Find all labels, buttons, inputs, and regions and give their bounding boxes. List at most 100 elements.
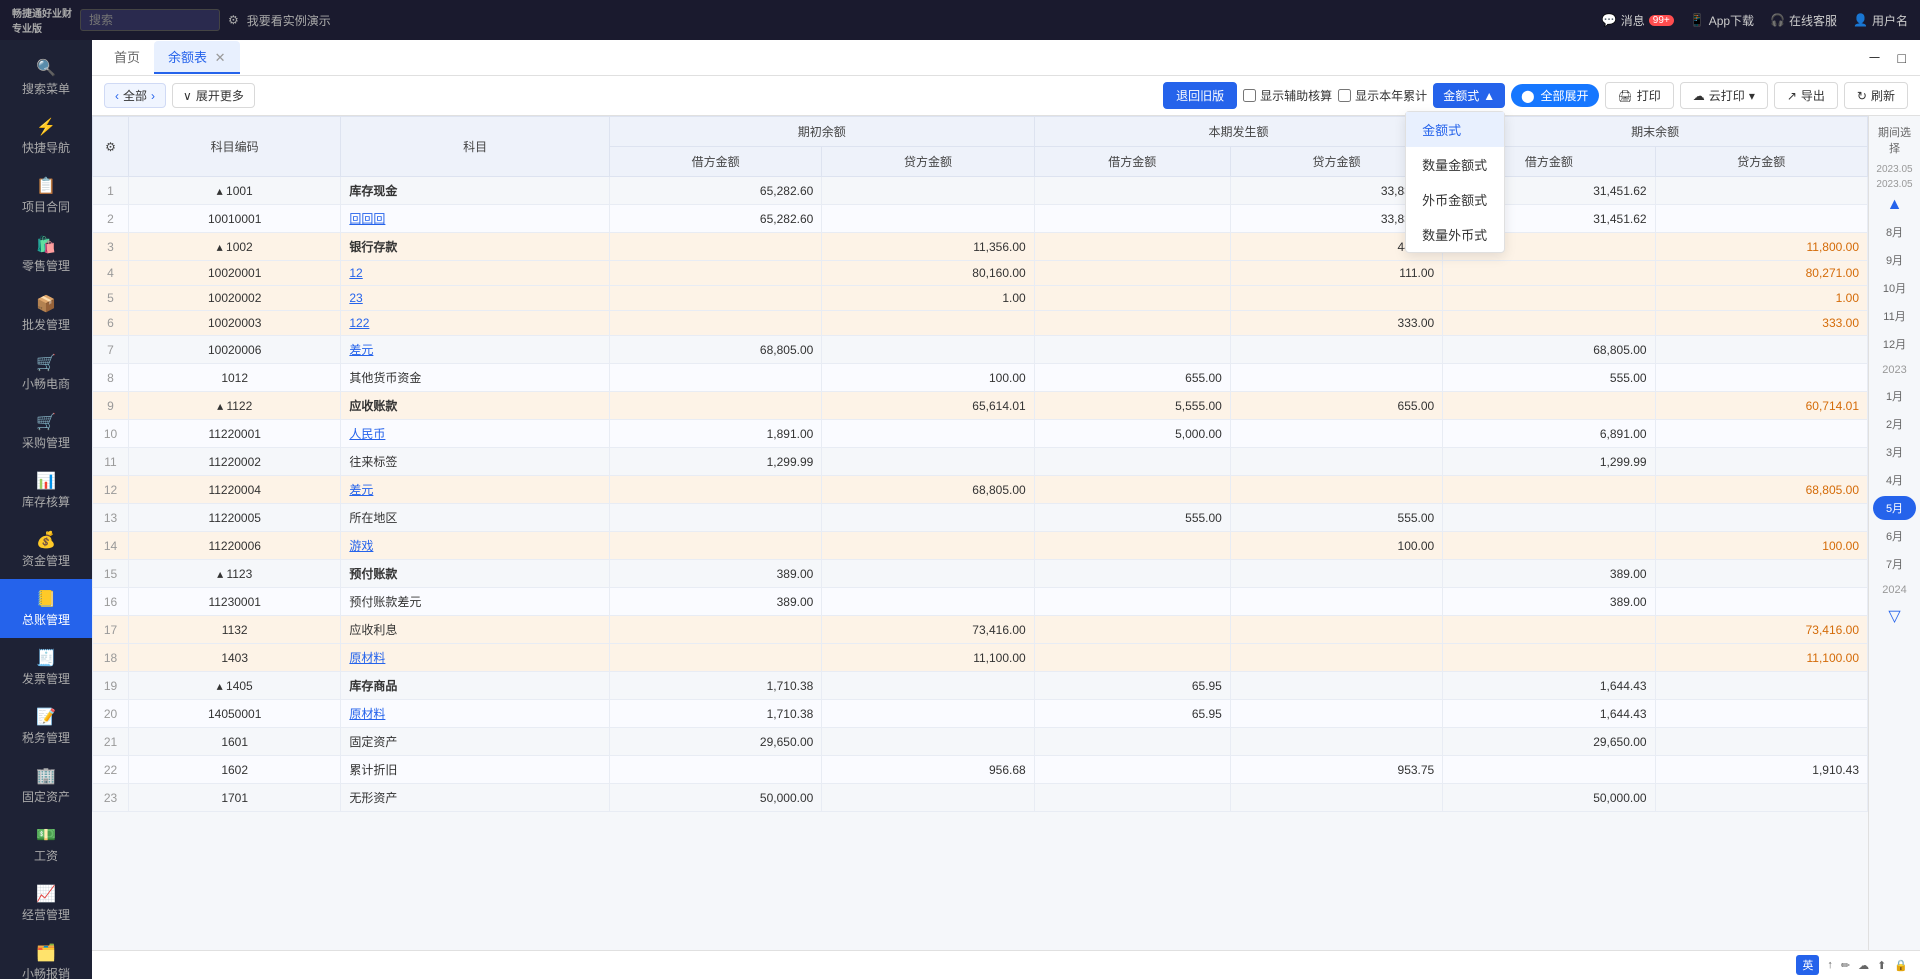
col-header-settings[interactable]: ⚙ [93,117,129,177]
month-1[interactable]: 1月 [1873,384,1916,408]
table-row-subject[interactable]: 预付账款 [341,560,610,588]
tab-minimize-button[interactable]: － [1862,46,1888,70]
table-row-subject[interactable]: 122 [341,311,610,336]
sidebar-item-project[interactable]: 📋 项目合同 [0,166,92,225]
nav-up-arrow[interactable]: ▲ [1885,194,1905,216]
table-row-subject[interactable]: 所在地区 [341,504,610,532]
table-row-subject[interactable]: 应收账款 [341,392,610,420]
show-auxiliary-checkbox[interactable]: 显示辅助核算 [1243,87,1332,104]
month-5[interactable]: 5月 [1873,496,1916,520]
table-row-subject[interactable]: 差元 [341,476,610,504]
auxiliary-check[interactable] [1243,89,1256,102]
table-row-subject[interactable]: 游戏 [341,532,610,560]
table-row-subject[interactable]: 预付账款差元 [341,588,610,616]
table-row-op-debit: 65,282.60 [609,205,821,233]
table-row-op-credit: 11,356.00 [822,233,1034,261]
amount-type-dropdown[interactable]: 金额式 ▲ 金额式 数量金额式 外币金额式 数量外币式 [1433,83,1505,108]
table-row-subject[interactable]: 银行存款 [341,233,610,261]
download-button[interactable]: 📱 App下载 [1690,12,1754,29]
sidebar-item-ecommerce[interactable]: 🛒 小畅电商 [0,343,92,402]
sidebar-item-inventory[interactable]: 📊 库存核算 [0,461,92,520]
table-row-subject[interactable]: 人民币 [341,420,610,448]
month-9[interactable]: 9月 [1873,248,1916,272]
table-row-cur-debit [1034,177,1230,205]
print-button[interactable]: 🖨 打印 [1605,82,1674,109]
month-6[interactable]: 6月 [1873,524,1916,548]
table-row-cur-credit [1230,700,1442,728]
tab-home[interactable]: 首页 [100,41,154,74]
top-search-input[interactable] [80,9,220,31]
expand-more-button[interactable]: ∨ 展开更多 [172,83,255,108]
cloud-print-button[interactable]: ☁ 云打印 ▾ [1680,82,1768,109]
tab-balance[interactable]: 余额表 ✕ [154,41,240,74]
sidebar-item-accounting[interactable]: 📒 总账管理 [0,579,92,638]
table-row-subject[interactable]: 原材料 [341,644,610,672]
sidebar-item-search[interactable]: 🔍 搜索菜单 [0,48,92,107]
app-logo: 畅捷通好业财 专业版 [12,5,72,35]
table-row-subject[interactable]: 应收利息 [341,616,610,644]
table-row-cur-debit [1034,756,1230,784]
table-row-subject[interactable]: 累计折旧 [341,756,610,784]
show-ytd-checkbox[interactable]: 显示本年累计 [1338,87,1427,104]
month-12[interactable]: 12月 [1873,332,1916,356]
settings-gear-icon[interactable]: ⚙ [105,140,116,154]
table-row-cur-credit [1230,560,1442,588]
breadcrumb-area: ‹ 全部 › [104,83,166,108]
sidebar-item-report[interactable]: 🗂️ 小畅报销 [0,933,92,979]
table-row-subject[interactable]: 差元 [341,336,610,364]
month-10[interactable]: 10月 [1873,276,1916,300]
table-row-subject[interactable]: 库存商品 [341,672,610,700]
table-row-subject[interactable]: 原材料 [341,700,610,728]
sidebar-item-wholesale[interactable]: 📦 批发管理 [0,284,92,343]
table-row-subject[interactable]: 往来标签 [341,448,610,476]
month-3[interactable]: 3月 [1873,440,1916,464]
table-row-num: 15 [93,560,129,588]
status-icon-lang[interactable]: 英 [1796,955,1819,975]
sidebar-item-tax[interactable]: 📝 税务管理 [0,697,92,756]
dropdown-item-qty-amount[interactable]: 数量金额式 [1406,147,1504,182]
table-row-subject[interactable]: 回回回 [341,205,610,233]
table-row-code: ▴ 1001 [129,177,341,205]
table-row-num: 11 [93,448,129,476]
tab-maximize-button[interactable]: □ [1892,46,1912,70]
sidebar-item-retail[interactable]: 🛍️ 零售管理 [0,225,92,284]
return-old-button[interactable]: 退回旧版 [1163,82,1237,109]
forward-icon[interactable]: › [151,89,155,103]
sidebar-item-purchase[interactable]: 🛒 采购管理 [0,402,92,461]
export-button[interactable]: ↗ 导出 [1774,82,1838,109]
month-4[interactable]: 4月 [1873,468,1916,492]
user-avatar[interactable]: 👤 用户名 [1853,12,1908,29]
service-button[interactable]: 🎧 在线客服 [1770,12,1837,29]
sidebar-item-operation[interactable]: 📈 经营管理 [0,874,92,933]
sidebar-item-shortcut[interactable]: ⚡ 快捷导航 [0,107,92,166]
table-row-subject[interactable]: 固定资产 [341,728,610,756]
amount-type-button[interactable]: 金额式 ▲ [1433,83,1505,108]
settings-icon[interactable]: ⚙ [228,13,239,27]
table-row-op-debit [609,476,821,504]
sidebar-item-capital[interactable]: 💰 资金管理 [0,520,92,579]
demo-link[interactable]: 我要看实例演示 [247,12,331,29]
back-icon[interactable]: ‹ [115,89,119,103]
message-button[interactable]: 💬 消息 99+ [1602,12,1674,29]
table-row-subject[interactable]: 12 [341,261,610,286]
dropdown-item-qty-foreign[interactable]: 数量外币式 [1406,217,1504,252]
sidebar-item-invoice[interactable]: 🧾 发票管理 [0,638,92,697]
table-row-subject[interactable]: 其他货币资金 [341,364,610,392]
table-row-subject[interactable]: 23 [341,286,610,311]
ytd-check[interactable] [1338,89,1351,102]
table-row-subject[interactable]: 无形资产 [341,784,610,812]
refresh-button[interactable]: ↻ 刷新 [1844,82,1908,109]
nav-down-arrow[interactable]: ▽ [1886,604,1902,628]
month-7[interactable]: 7月 [1873,552,1916,576]
month-2[interactable]: 2月 [1873,412,1916,436]
month-8[interactable]: 8月 [1873,220,1916,244]
expand-all-toggle[interactable]: ⬤ 全部展开 [1511,84,1598,107]
dropdown-item-foreign-amount[interactable]: 外币金额式 [1406,182,1504,217]
tab-close-button[interactable]: ✕ [215,50,226,65]
dropdown-item-amount[interactable]: 金额式 [1406,112,1504,147]
table-row-subject[interactable]: 库存现金 [341,177,610,205]
sidebar-item-assets[interactable]: 🏢 固定资产 [0,756,92,815]
table-wrapper: ⚙ 科目编码 科目 期初余额 本期发生额 期末余额 借方金额 贷方金额 借方金额 [92,116,1868,950]
month-11[interactable]: 11月 [1873,304,1916,328]
sidebar-item-salary[interactable]: 💵 工资 [0,815,92,874]
